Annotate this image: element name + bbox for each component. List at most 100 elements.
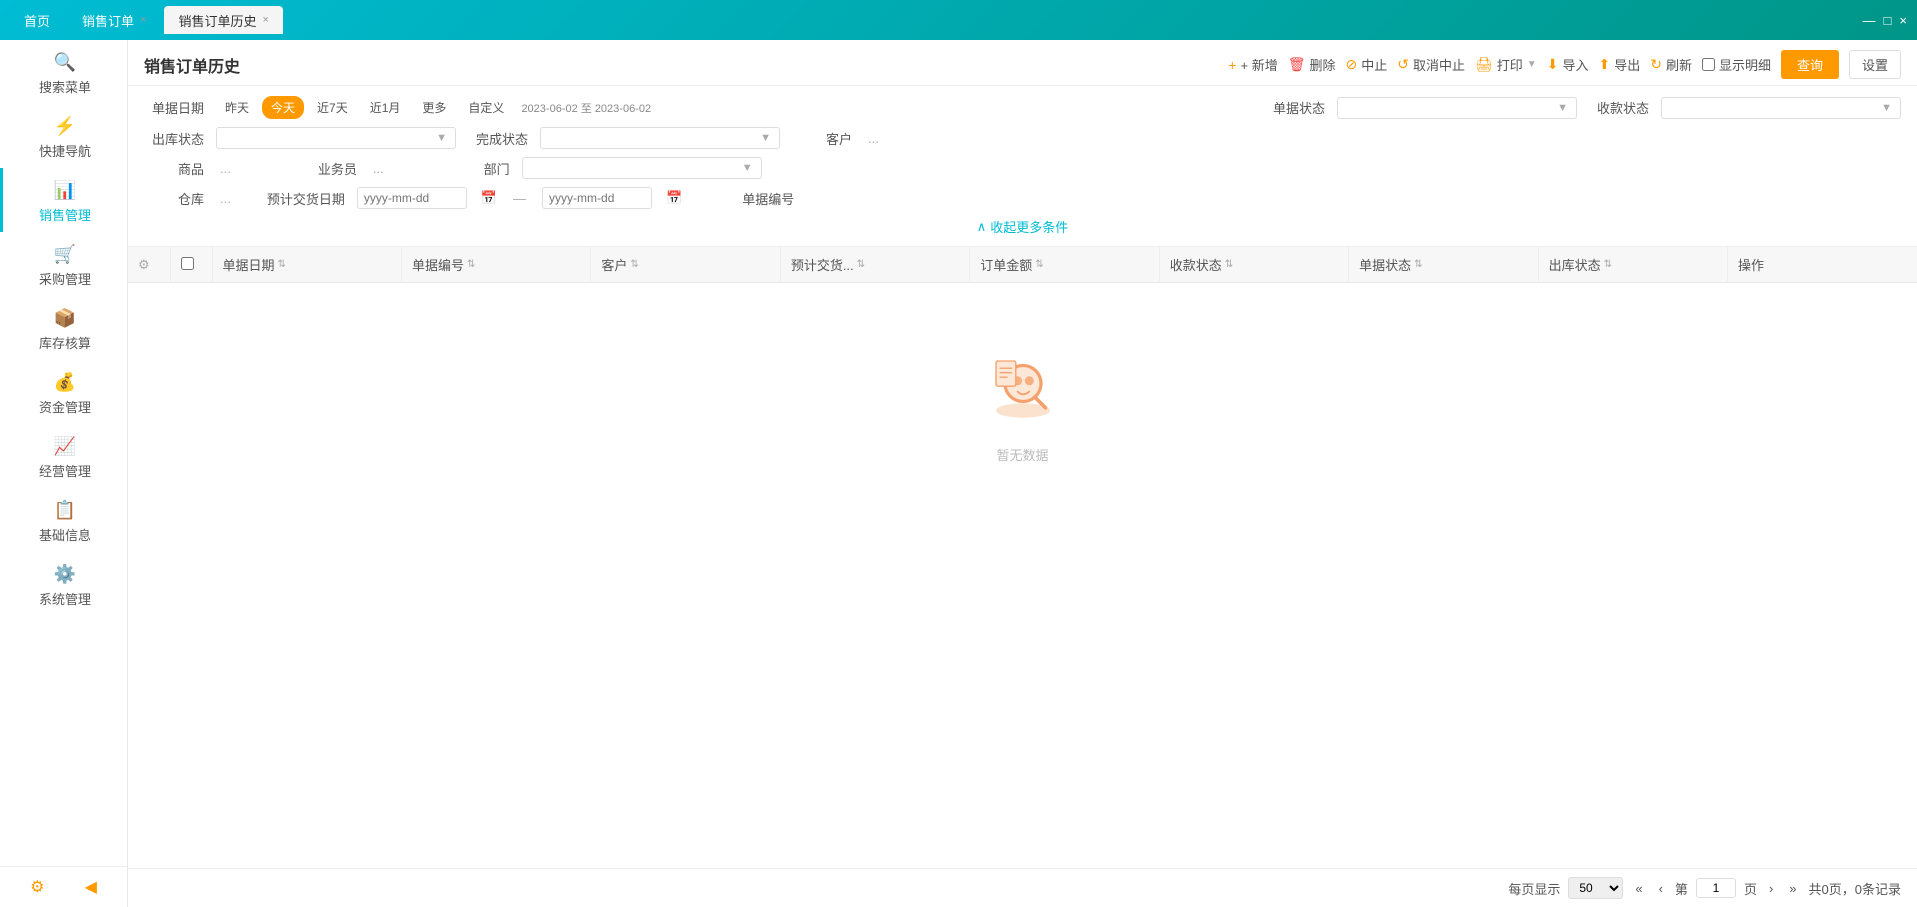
delivery-date-end-input[interactable] — [542, 187, 652, 209]
th-order-no-label: 单据编号 — [412, 255, 464, 274]
sidebar-item-quicknav-label: 快捷导航 — [39, 141, 91, 160]
per-page-select[interactable]: 50 10 20 100 — [1568, 877, 1623, 899]
window-max-btn[interactable]: □ — [1884, 13, 1892, 28]
sidebar-item-sales[interactable]: 📊 销售管理 — [0, 168, 127, 232]
th-delivery-status-sort[interactable]: 出库状态 ⇅ — [1549, 255, 1612, 274]
date-btn-1month[interactable]: 近1月 — [361, 96, 410, 119]
sidebar-item-finance[interactable]: 💰 资金管理 — [0, 360, 127, 424]
sidebar-item-purchase[interactable]: 🛒 采购管理 — [0, 232, 127, 296]
th-order-status-sort[interactable]: 单据状态 ⇅ — [1359, 255, 1422, 274]
cancel-stop-btn[interactable]: ↺ 取消中止 — [1397, 55, 1465, 74]
page-title: 销售订单历史 — [144, 53, 240, 77]
empty-text: 暂无数据 — [996, 445, 1048, 464]
set-btn[interactable]: 设置 — [1849, 50, 1901, 79]
stop-icon: ⊘ — [1346, 56, 1358, 73]
empty-state-icon — [978, 343, 1068, 433]
sidebar-item-management[interactable]: 📈 经营管理 — [0, 424, 127, 488]
data-table: ⚙ 单据日期 ⇅ 单据编号 — [128, 247, 1917, 524]
tab-sales-order-history-label: 销售订单历史 — [178, 11, 256, 30]
sidebar-item-search[interactable]: 🔍 搜索菜单 — [0, 40, 127, 104]
window-min-btn[interactable]: — — [1863, 13, 1876, 28]
date-btn-more[interactable]: 更多 — [413, 96, 455, 119]
th-delivery-date-label: 预计交货... — [791, 255, 854, 274]
calendar-start-icon[interactable]: 📅 — [481, 190, 497, 206]
filter-row-1: 单据日期 昨天 今天 近7天 近1月 更多 自定义 2023-06-02 至 2… — [144, 96, 1901, 119]
sidebar-item-quicknav[interactable]: ⚡ 快捷导航 — [0, 104, 127, 168]
order-no-sort-icon: ⇅ — [467, 259, 475, 270]
table-settings-icon[interactable]: ⚙ — [138, 257, 150, 272]
table-footer: 每页显示 50 10 20 100 « ‹ 第 页 › » 共0页，0条记录 — [128, 868, 1917, 907]
delivery-date-label: 预计交货日期 — [267, 189, 345, 208]
complete-status-select[interactable]: ▼ — [540, 127, 780, 149]
table-area: ⚙ 单据日期 ⇅ 单据编号 — [128, 247, 1917, 868]
th-order-status-label: 单据状态 — [1359, 255, 1411, 274]
sidebar-item-inventory[interactable]: 📦 库存核算 — [0, 296, 127, 360]
payment-status-select[interactable]: ▼ — [1661, 97, 1901, 119]
th-delivery-status: 出库状态 ⇅ — [1538, 247, 1727, 283]
date-btn-today[interactable]: 今天 — [262, 96, 304, 119]
department-select[interactable]: ▼ — [522, 157, 762, 179]
customer-label: 客户 — [792, 129, 852, 148]
th-delivery-date-sort[interactable]: 预计交货... ⇅ — [791, 255, 865, 274]
tab-sales-order-history-close[interactable]: × — [262, 14, 268, 26]
th-amount-label: 订单金额 — [980, 255, 1032, 274]
collapse-row[interactable]: ∧ 收起更多条件 — [144, 217, 1901, 236]
sidebar-item-base[interactable]: 📋 基础信息 — [0, 488, 127, 552]
th-settings[interactable]: ⚙ — [128, 247, 170, 283]
sidebar-item-management-label: 经营管理 — [39, 461, 91, 480]
page-header: 销售订单历史 + + 新增 🗑 删除 ⊘ 中止 ↺ 取消中止 — [128, 40, 1917, 86]
th-amount-sort[interactable]: 订单金额 ⇅ — [980, 255, 1043, 274]
page-label: 第 — [1675, 879, 1688, 898]
new-btn[interactable]: + + 新增 — [1228, 55, 1277, 74]
sidebar-settings-btn[interactable]: ⚙ — [30, 877, 44, 897]
export-icon: ⬆ — [1598, 56, 1610, 73]
warehouse-input[interactable]: ... — [216, 191, 235, 206]
th-payment-status-label: 收款状态 — [1170, 255, 1222, 274]
prev-page-btn[interactable]: ‹ — [1655, 879, 1667, 898]
refresh-btn[interactable]: ↻ 刷新 — [1650, 55, 1692, 74]
delete-btn[interactable]: 🗑 删除 — [1288, 55, 1336, 74]
query-btn[interactable]: 查询 — [1781, 50, 1839, 79]
complete-status-label: 完成状态 — [468, 129, 528, 148]
first-page-btn[interactable]: « — [1631, 879, 1646, 898]
page-number-input[interactable] — [1696, 878, 1736, 898]
stop-btn[interactable]: ⊘ 中止 — [1346, 55, 1388, 74]
next-page-btn[interactable]: › — [1765, 879, 1777, 898]
management-icon: 📈 — [54, 436, 76, 457]
calendar-end-icon[interactable]: 📅 — [666, 190, 682, 206]
th-payment-status-sort[interactable]: 收款状态 ⇅ — [1170, 255, 1233, 274]
th-order-status: 单据状态 ⇅ — [1349, 247, 1538, 283]
show-detail-input[interactable] — [1702, 58, 1715, 71]
th-order-no-sort[interactable]: 单据编号 ⇅ — [412, 255, 475, 274]
show-detail-checkbox[interactable]: 显示明细 — [1702, 55, 1771, 74]
print-btn[interactable]: 🖨 打印 ▼ — [1475, 55, 1537, 74]
sidebar-item-system[interactable]: ⚙️ 系统管理 — [0, 552, 127, 616]
th-checkbox[interactable] — [170, 247, 212, 283]
delivery-date-start-input[interactable] — [357, 187, 467, 209]
refresh-btn-label: 刷新 — [1666, 55, 1692, 74]
delivery-status-select[interactable]: ▼ — [216, 127, 456, 149]
import-btn[interactable]: ⬇ 导入 — [1547, 55, 1589, 74]
tab-sales-order[interactable]: 销售订单 × — [68, 6, 160, 34]
sidebar-item-search-label: 搜索菜单 — [39, 77, 91, 96]
date-btn-7days[interactable]: 近7天 — [308, 96, 357, 119]
select-all-checkbox[interactable] — [181, 257, 194, 270]
tab-sales-order-close[interactable]: × — [140, 14, 146, 26]
date-btn-custom[interactable]: 自定义 — [459, 96, 513, 119]
th-date-sort[interactable]: 单据日期 ⇅ — [223, 255, 286, 274]
th-customer-sort[interactable]: 客户 ⇅ — [601, 255, 638, 274]
tab-sales-order-history[interactable]: 销售订单历史 × — [164, 6, 282, 34]
sidebar-collapse-btn[interactable]: ◀ — [85, 877, 97, 897]
tab-home[interactable]: 首页 — [10, 6, 64, 34]
goods-input[interactable]: ... — [216, 161, 235, 176]
date-btn-yesterday[interactable]: 昨天 — [216, 96, 258, 119]
empty-row: 暂无数据 — [128, 283, 1917, 525]
customer-input[interactable]: ... — [864, 131, 883, 146]
new-btn-label: + 新增 — [1240, 55, 1277, 74]
window-close-btn[interactable]: × — [1899, 13, 1907, 28]
status-select[interactable]: ▼ — [1337, 97, 1577, 119]
export-btn[interactable]: ⬆ 导出 — [1598, 55, 1640, 74]
filter-row-2: 出库状态 ▼ 完成状态 ▼ 客户 ... — [144, 127, 1901, 149]
salesman-input[interactable]: ... — [369, 161, 388, 176]
last-page-btn[interactable]: » — [1785, 879, 1800, 898]
